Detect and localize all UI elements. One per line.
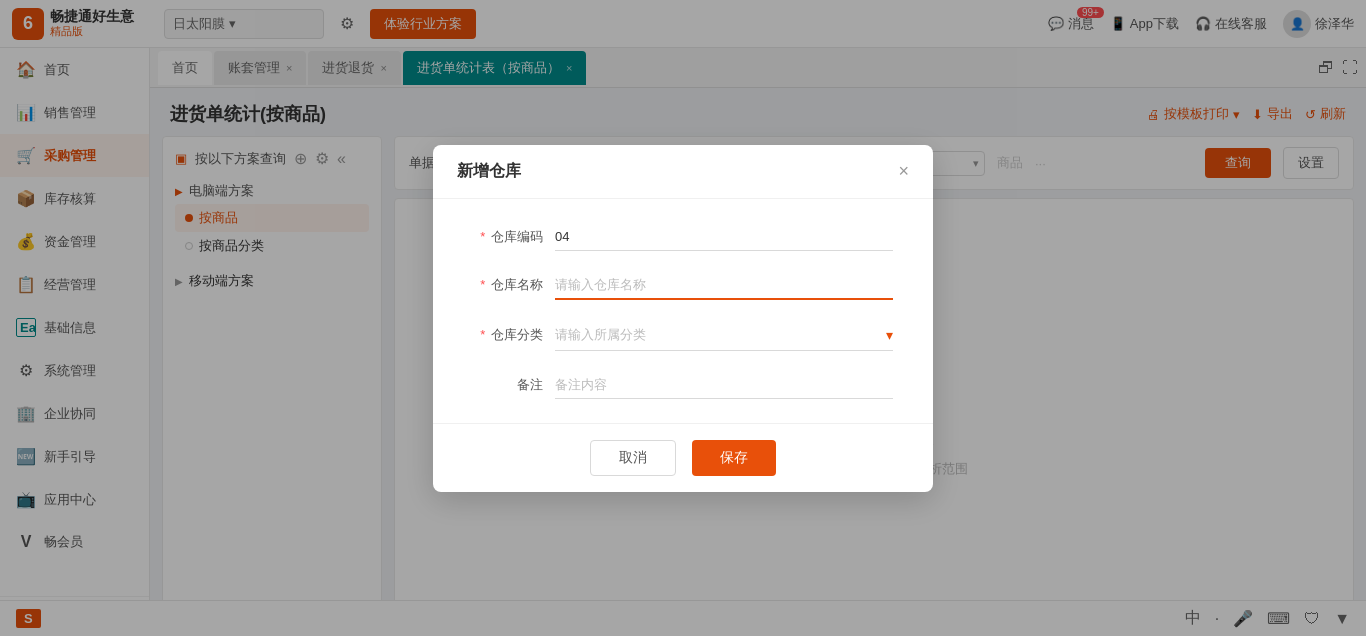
cancel-button[interactable]: 取消 [590, 440, 676, 476]
warehouse-category-label: * 仓库分类 [473, 326, 543, 344]
warehouse-name-input[interactable] [555, 271, 893, 300]
warehouse-name-label: * 仓库名称 [473, 276, 543, 294]
warehouse-category-row: * 仓库分类 请输入所属分类 ▾ [473, 320, 893, 351]
category-placeholder: 请输入所属分类 [555, 326, 886, 344]
warehouse-code-label: * 仓库编码 [473, 228, 543, 246]
modal-footer: 取消 保存 [433, 423, 933, 492]
modal-close-button[interactable]: × [898, 161, 909, 182]
modal-overlay: 新增仓库 × * 仓库编码 * 仓库名称 * 仓库分 [0, 0, 1366, 636]
warehouse-note-label: 备注 [473, 376, 543, 394]
save-button[interactable]: 保存 [692, 440, 776, 476]
warehouse-note-row: 备注 [473, 371, 893, 399]
warehouse-code-input[interactable] [555, 223, 893, 251]
modal-body: * 仓库编码 * 仓库名称 * 仓库分类 请输入所属分类 ▾ [433, 199, 933, 423]
category-arrow-icon: ▾ [886, 327, 893, 343]
warehouse-code-row: * 仓库编码 [473, 223, 893, 251]
modal-header: 新增仓库 × [433, 145, 933, 199]
warehouse-name-row: * 仓库名称 [473, 271, 893, 300]
modal-title: 新增仓库 [457, 161, 521, 182]
add-warehouse-modal: 新增仓库 × * 仓库编码 * 仓库名称 * 仓库分 [433, 145, 933, 492]
warehouse-category-select[interactable]: 请输入所属分类 ▾ [555, 320, 893, 351]
warehouse-note-input[interactable] [555, 371, 893, 399]
